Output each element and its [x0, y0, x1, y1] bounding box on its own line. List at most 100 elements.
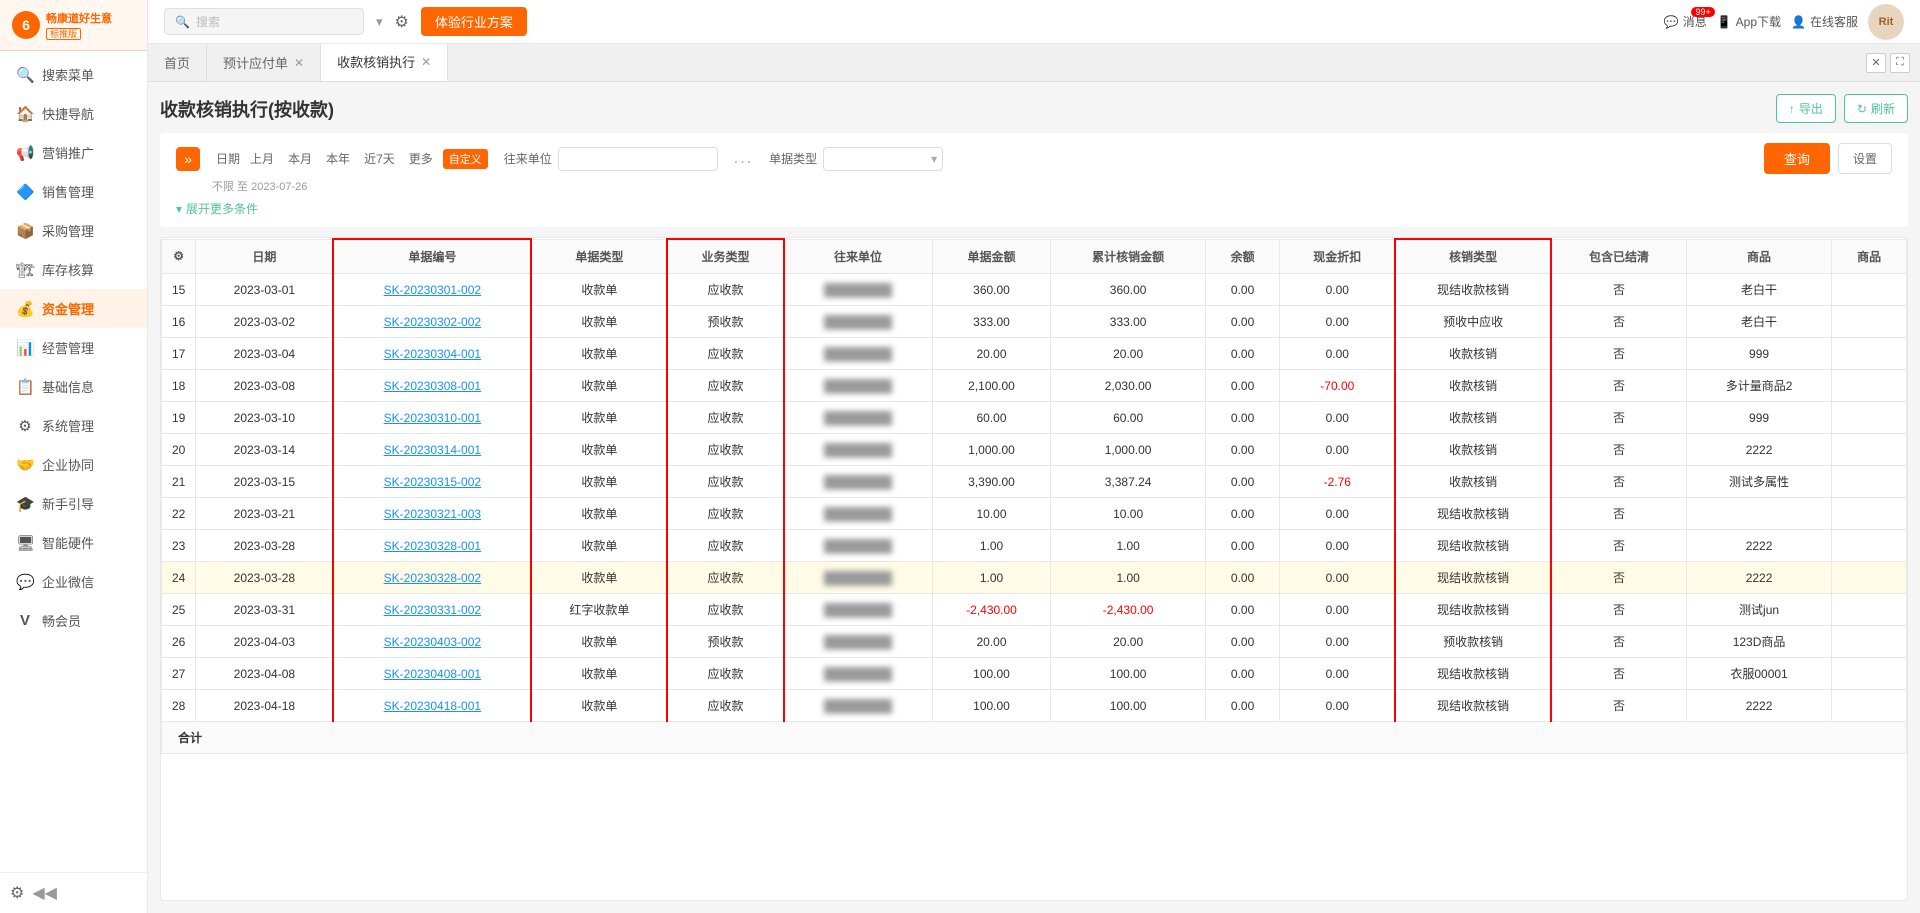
filter-date-this-month[interactable]: 本月	[284, 148, 316, 169]
sidebar: 6 畅康道好生意 标推版 🔍 搜索菜单 🏠 快捷导航 📢 营销推广 🔷 销售管理…	[0, 0, 148, 913]
td-bill-no[interactable]: SK-20230314-001	[333, 434, 531, 466]
td-bill-no[interactable]: SK-20230328-002	[333, 562, 531, 594]
td-bill-no[interactable]: SK-20230301-002	[333, 274, 531, 306]
td-amount: 100.00	[932, 690, 1051, 722]
solution-button[interactable]: 体验行业方案	[421, 7, 527, 36]
sidebar-item-finance[interactable]: 💰 资金管理	[0, 289, 147, 328]
topbar-gear-icon[interactable]: ⚙	[395, 12, 409, 32]
filter-settings-button[interactable]: 设置	[1838, 143, 1892, 174]
filter-expand-button[interactable]: ▾ 展开更多条件	[176, 200, 1892, 217]
td-bill-no[interactable]: SK-20230408-001	[333, 658, 531, 690]
tab-close-prepay[interactable]: ✕	[294, 56, 304, 70]
td-bill-no[interactable]: SK-20230418-001	[333, 690, 531, 722]
td-product2	[1832, 370, 1907, 402]
query-button[interactable]: 查询	[1764, 143, 1830, 174]
topbar-search-box[interactable]: 🔍 搜索	[164, 8, 364, 35]
tab-home[interactable]: 首页	[148, 44, 207, 81]
filter-date-more[interactable]: 更多	[405, 148, 437, 169]
filter-toggle-button[interactable]: »	[176, 147, 200, 171]
bottom-settings-icon[interactable]: ⚙	[10, 883, 24, 903]
td-bill-no[interactable]: SK-20230321-003	[333, 498, 531, 530]
filter-area: » 日期 上月 本月 本年 近7天 更多 自定义 往来单位 .	[160, 133, 1908, 227]
td-cash-discount: 0.00	[1280, 562, 1395, 594]
td-product: 2222	[1686, 530, 1831, 562]
box-icon: 📦	[16, 222, 34, 240]
refresh-button[interactable]: ↻ 刷新	[1844, 94, 1908, 123]
table-row: 23 2023-03-28 SK-20230328-001 收款单 应收款 ██…	[162, 530, 1907, 562]
td-balance: 0.00	[1205, 594, 1280, 626]
topbar-dropdown-icon[interactable]: ▾	[376, 14, 383, 30]
topbar-search-icon: 🔍	[175, 15, 190, 29]
sidebar-item-collab[interactable]: 🤝 企业协同	[0, 445, 147, 484]
td-cash-discount: 0.00	[1280, 626, 1395, 658]
th-product2: 商品	[1832, 239, 1907, 274]
sidebar-item-marketing[interactable]: 📢 营销推广	[0, 133, 147, 172]
td-bill-no[interactable]: SK-20230315-002	[333, 466, 531, 498]
sidebar-item-purchase[interactable]: 📦 采购管理	[0, 211, 147, 250]
export-icon: ↑	[1789, 102, 1795, 116]
close-window-button[interactable]: ✕	[1866, 53, 1886, 73]
filter-counterparty-input[interactable]	[558, 147, 718, 171]
table-row: 20 2023-03-14 SK-20230314-001 收款单 应收款 ██…	[162, 434, 1907, 466]
content-area: 收款核销执行(按收款) ↑ 导出 ↻ 刷新 » 日期 上月	[148, 82, 1920, 913]
collapse-icon[interactable]: ◀◀	[32, 883, 57, 903]
td-write-off-type: 预收款核销	[1395, 626, 1551, 658]
filter-date-last-month[interactable]: 上月	[246, 148, 278, 169]
td-bill-no[interactable]: SK-20230302-002	[333, 306, 531, 338]
filter-bill-type-select[interactable]	[823, 147, 943, 171]
tab-collection[interactable]: 收款核销执行 ✕	[321, 44, 448, 81]
td-no: 26	[162, 626, 196, 658]
sidebar-item-basic[interactable]: 📋 基础信息	[0, 367, 147, 406]
td-cash-discount: -2.76	[1280, 466, 1395, 498]
tab-close-collection[interactable]: ✕	[421, 55, 431, 69]
td-has-settled: 否	[1551, 370, 1686, 402]
filter-date-this-year[interactable]: 本年	[322, 148, 354, 169]
td-balance: 0.00	[1205, 370, 1280, 402]
td-product: 2222	[1686, 690, 1831, 722]
td-balance: 0.00	[1205, 338, 1280, 370]
maximize-window-button[interactable]: ⛶	[1890, 53, 1910, 73]
td-bill-no[interactable]: SK-20230328-001	[333, 530, 531, 562]
table-row: 18 2023-03-08 SK-20230308-001 收款单 应收款 ██…	[162, 370, 1907, 402]
export-button[interactable]: ↑ 导出	[1776, 94, 1836, 123]
online-service-button[interactable]: 👤 在线客服	[1791, 13, 1858, 30]
sidebar-item-quick[interactable]: 🏠 快捷导航	[0, 94, 147, 133]
th-settings[interactable]: ⚙	[162, 239, 196, 274]
sidebar-item-guide[interactable]: 🎓 新手引导	[0, 484, 147, 523]
td-bill-type: 收款单	[531, 530, 667, 562]
td-product2	[1832, 562, 1907, 594]
td-bill-no[interactable]: SK-20230310-001	[333, 402, 531, 434]
app-download-button[interactable]: 📱 App下载	[1717, 13, 1781, 30]
td-no: 24	[162, 562, 196, 594]
sidebar-item-wechat[interactable]: 💬 企业微信	[0, 562, 147, 601]
table-row: 16 2023-03-02 SK-20230302-002 收款单 预收款 ██…	[162, 306, 1907, 338]
sidebar-item-inventory[interactable]: 🏗 库存核算	[0, 250, 147, 289]
sidebar-item-system[interactable]: ⚙ 系统管理	[0, 406, 147, 445]
td-product: 测试多属性	[1686, 466, 1831, 498]
td-bill-no[interactable]: SK-20230308-001	[333, 370, 531, 402]
table-footer-row: 合计	[162, 722, 1907, 754]
sidebar-item-sales[interactable]: 🔷 销售管理	[0, 172, 147, 211]
td-biz-type: 应收款	[667, 562, 783, 594]
td-no: 21	[162, 466, 196, 498]
user-avatar[interactable]: Rit	[1868, 4, 1904, 40]
td-no: 22	[162, 498, 196, 530]
tab-prepay[interactable]: 预计应付单 ✕	[207, 44, 321, 81]
td-write-off-type: 现结收款核销	[1395, 594, 1551, 626]
td-amount: 1.00	[932, 562, 1051, 594]
gear-icon: ⚙	[16, 417, 34, 435]
filter-date-custom[interactable]: 自定义	[443, 149, 488, 169]
sidebar-item-hardware[interactable]: 🖥 智能硬件	[0, 523, 147, 562]
td-bill-no[interactable]: SK-20230304-001	[333, 338, 531, 370]
td-counterparty: ████████	[784, 690, 932, 722]
filter-date-7days[interactable]: 近7天	[360, 148, 399, 169]
td-bill-no[interactable]: SK-20230403-002	[333, 626, 531, 658]
sidebar-item-member[interactable]: V 畅会员	[0, 601, 147, 640]
td-date: 2023-03-21	[196, 498, 333, 530]
td-bill-no[interactable]: SK-20230331-002	[333, 594, 531, 626]
sidebar-item-operation[interactable]: 📊 经营管理	[0, 328, 147, 367]
td-bill-type: 收款单	[531, 338, 667, 370]
td-counterparty: ████████	[784, 466, 932, 498]
td-has-settled: 否	[1551, 434, 1686, 466]
sidebar-item-search[interactable]: 🔍 搜索菜单	[0, 55, 147, 94]
